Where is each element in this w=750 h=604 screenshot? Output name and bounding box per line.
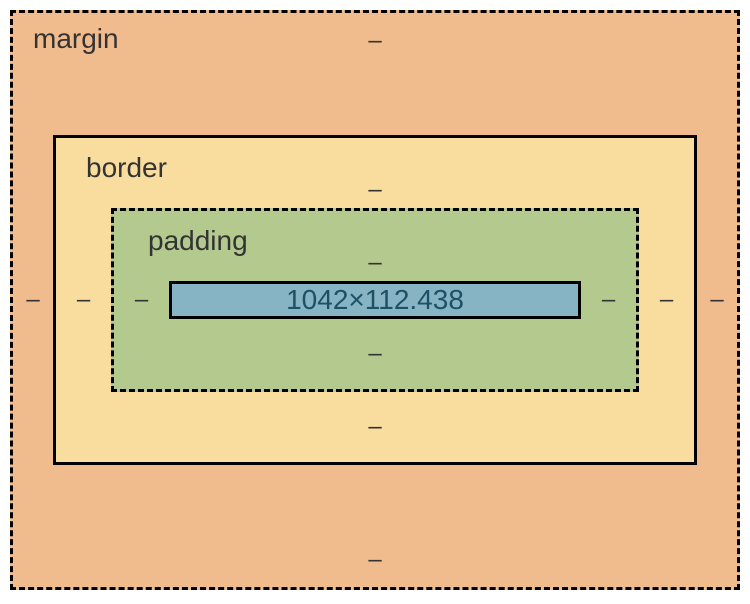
content-box: 1042×112.438: [169, 281, 581, 319]
padding-box: padding – – 1042×112.438 – –: [111, 208, 639, 392]
border-left-value: –: [77, 286, 90, 314]
margin-box: margin – – border – – padding – – 1042×1…: [10, 10, 740, 590]
border-box: border – – padding – – 1042×112.438 –: [53, 135, 697, 465]
border-top-value: –: [368, 176, 381, 204]
margin-top-value: –: [368, 27, 381, 55]
content-dimensions: 1042×112.438: [286, 284, 464, 316]
padding-bottom-value: –: [368, 340, 381, 368]
margin-left-value: –: [26, 286, 39, 314]
padding-top-value: –: [368, 249, 381, 277]
border-right-value: –: [660, 286, 673, 314]
border-label: border: [86, 152, 167, 184]
margin-bottom-value: –: [368, 546, 381, 574]
margin-label: margin: [33, 23, 119, 55]
border-bottom-value: –: [368, 413, 381, 441]
padding-left-value: –: [135, 286, 148, 314]
margin-right-value: –: [710, 286, 723, 314]
padding-right-value: –: [602, 286, 615, 314]
padding-label: padding: [148, 225, 248, 257]
